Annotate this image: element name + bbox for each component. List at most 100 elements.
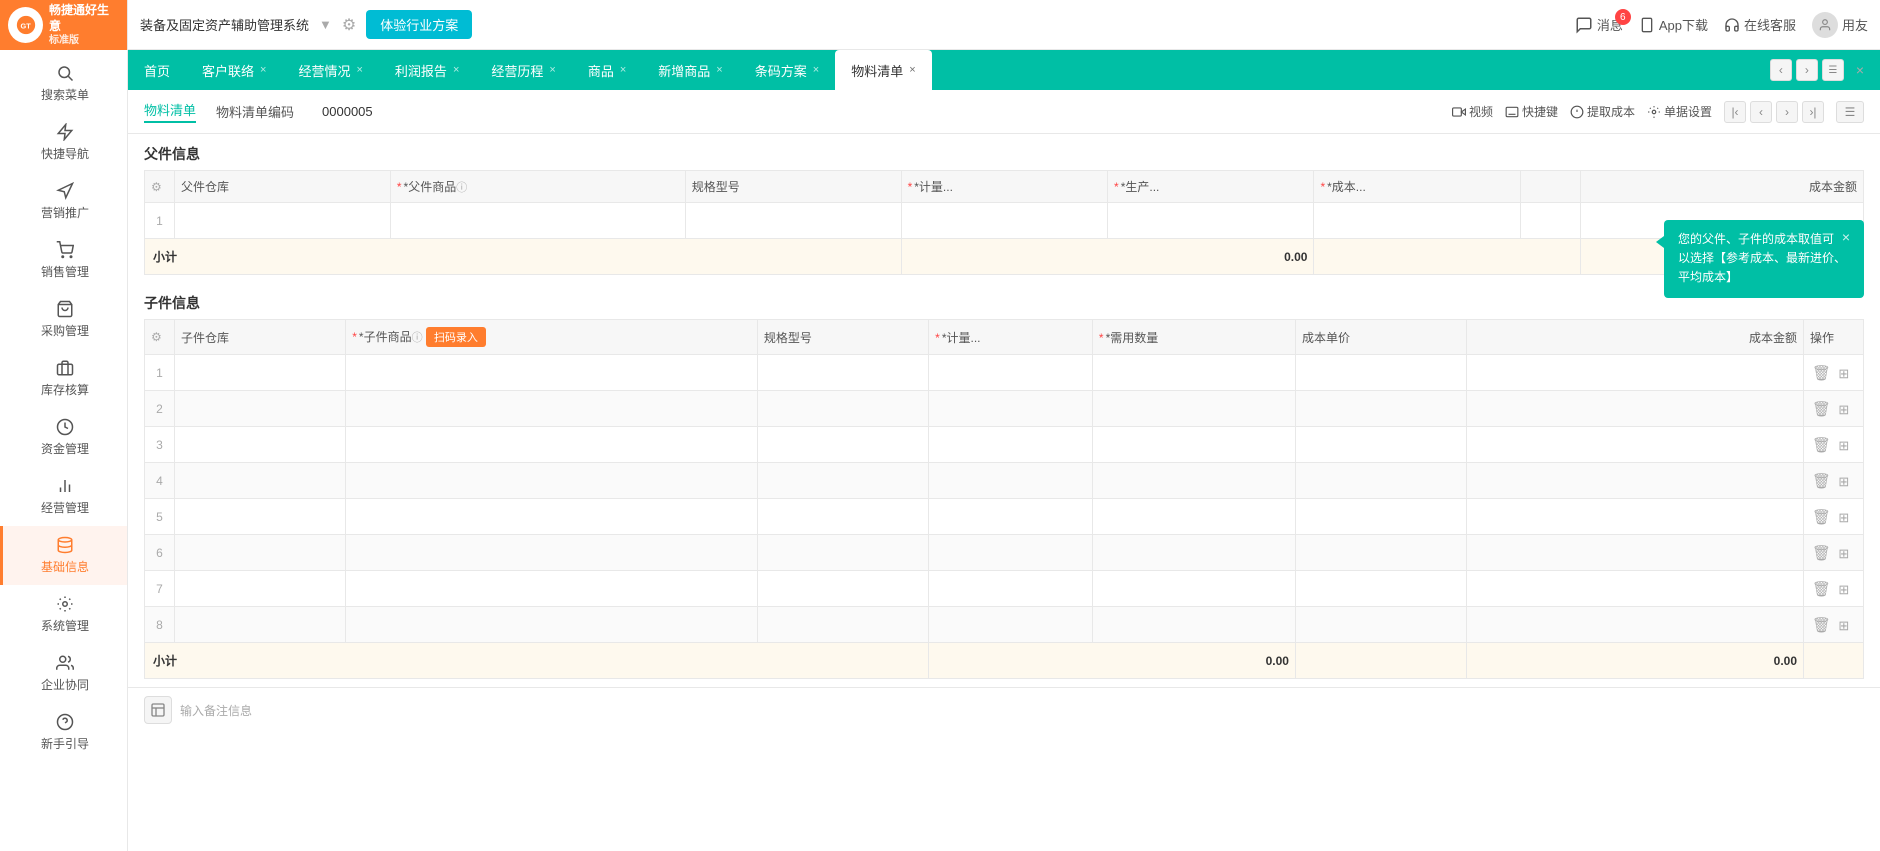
child-warehouse-4[interactable] (175, 463, 346, 499)
close-tab-barcode[interactable]: × (813, 64, 819, 76)
child-spec-5[interactable] (757, 499, 928, 535)
child-unit-cost-2[interactable] (1295, 391, 1466, 427)
child-unit-2[interactable] (929, 391, 1093, 427)
message-btn[interactable]: 消息 6 (1575, 15, 1623, 34)
child-unit-cost-8[interactable] (1295, 607, 1466, 643)
topbar-gear-icon[interactable]: ⚙ (342, 15, 356, 35)
child-warehouse-1[interactable] (175, 355, 346, 391)
child-goods-2[interactable] (346, 391, 758, 427)
close-tab-operation[interactable]: × (356, 64, 362, 76)
child-unit-cost-4[interactable] (1295, 463, 1466, 499)
child-qty-8[interactable] (1092, 607, 1295, 643)
child-delete-4[interactable]: 🗑 (1812, 473, 1831, 490)
child-qty-2[interactable] (1092, 391, 1295, 427)
parent-warehouse-1[interactable] (175, 203, 391, 239)
tab-operation-status[interactable]: 经营情况 × (282, 50, 378, 90)
child-unit-8[interactable] (929, 607, 1093, 643)
child-spec-3[interactable] (757, 427, 928, 463)
child-unit-3[interactable] (929, 427, 1093, 463)
form-tab-code[interactable]: 物料清单编码 (216, 102, 294, 121)
child-copy-3[interactable]: ⊞ (1838, 438, 1849, 453)
child-goods-4[interactable] (346, 463, 758, 499)
child-delete-2[interactable]: 🗑 (1812, 401, 1831, 418)
toolbar-extract-cost[interactable]: 提取成本 (1570, 103, 1635, 120)
app-download-btn[interactable]: App下载 (1639, 15, 1708, 34)
child-delete-1[interactable]: 🗑 (1812, 365, 1831, 382)
child-unit-4[interactable] (929, 463, 1093, 499)
close-tab-new-goods[interactable]: × (716, 64, 722, 76)
child-goods-7[interactable] (346, 571, 758, 607)
tab-history[interactable]: 经营历程 × (475, 50, 571, 90)
child-copy-6[interactable]: ⊞ (1838, 546, 1849, 561)
next-record[interactable]: › (1776, 101, 1798, 123)
child-unit-1[interactable] (929, 355, 1093, 391)
sidebar-item-finance[interactable]: 资金管理 (0, 408, 127, 467)
tab-home[interactable]: 首页 (128, 50, 186, 90)
child-warehouse-7[interactable] (175, 571, 346, 607)
sidebar-item-guide[interactable]: 新手引导 (0, 703, 127, 762)
topbar-dropdown-icon[interactable]: ▼ (319, 17, 332, 32)
tab-menu[interactable]: ☰ (1822, 59, 1844, 81)
child-qty-5[interactable] (1092, 499, 1295, 535)
parent-goods-1[interactable] (390, 203, 685, 239)
tab-nav-right[interactable]: › (1796, 59, 1818, 81)
last-record[interactable]: ›| (1802, 101, 1824, 123)
experience-btn[interactable]: 体验行业方案 (366, 10, 472, 39)
child-delete-7[interactable]: 🗑 (1812, 581, 1831, 598)
parent-unit-1[interactable] (901, 203, 1107, 239)
sidebar-item-basic-info[interactable]: 基础信息 (0, 526, 127, 585)
child-spec-8[interactable] (757, 607, 928, 643)
toolbar-shortcut[interactable]: 快捷键 (1505, 103, 1558, 120)
tab-nav-left[interactable]: ‹ (1770, 59, 1792, 81)
sidebar-item-operation[interactable]: 经营管理 (0, 467, 127, 526)
close-all-tabs[interactable]: × (1848, 50, 1872, 90)
child-delete-8[interactable]: 🗑 (1812, 617, 1831, 634)
child-unit-7[interactable] (929, 571, 1093, 607)
sidebar-item-marketing[interactable]: 营销推广 (0, 172, 127, 231)
view-toggle[interactable]: ☰ (1836, 101, 1864, 123)
tooltip-close-btn[interactable]: × (1842, 230, 1850, 244)
close-tab-profit[interactable]: × (453, 64, 459, 76)
close-tab-bom[interactable]: × (909, 64, 915, 76)
child-spec-1[interactable] (757, 355, 928, 391)
child-goods-5[interactable] (346, 499, 758, 535)
scan-btn[interactable]: 扫码录入 (426, 327, 486, 347)
child-copy-4[interactable]: ⊞ (1838, 474, 1849, 489)
col-setting-child[interactable]: ⚙ (145, 320, 175, 355)
tab-barcode[interactable]: 条码方案 × (739, 50, 835, 90)
bottom-hint[interactable]: 输入备注信息 (180, 702, 252, 719)
user-btn[interactable]: 用友 (1812, 12, 1868, 38)
child-unit-cost-1[interactable] (1295, 355, 1466, 391)
sidebar-item-search[interactable]: 搜索菜单 (0, 54, 127, 113)
parent-cost-1[interactable] (1314, 203, 1520, 239)
child-delete-6[interactable]: 🗑 (1812, 545, 1831, 562)
sidebar-item-quicknav[interactable]: 快捷导航 (0, 113, 127, 172)
tab-bom[interactable]: 物料清单 × (835, 50, 931, 90)
close-tab-customer[interactable]: × (260, 64, 266, 76)
parent-produce-1[interactable] (1108, 203, 1314, 239)
child-spec-2[interactable] (757, 391, 928, 427)
tab-new-goods[interactable]: 新增商品 × (642, 50, 738, 90)
sidebar-item-purchase[interactable]: 采购管理 (0, 290, 127, 349)
child-warehouse-6[interactable] (175, 535, 346, 571)
form-tab-bom[interactable]: 物料清单 (144, 100, 196, 123)
child-delete-3[interactable]: 🗑 (1812, 437, 1831, 454)
sidebar-item-system[interactable]: 系统管理 (0, 585, 127, 644)
online-service-btn[interactable]: 在线客服 (1724, 15, 1796, 34)
parent-spec-1[interactable] (685, 203, 901, 239)
child-unit-5[interactable] (929, 499, 1093, 535)
tab-customer[interactable]: 客户联络 × (186, 50, 282, 90)
child-spec-7[interactable] (757, 571, 928, 607)
child-warehouse-5[interactable] (175, 499, 346, 535)
child-copy-7[interactable]: ⊞ (1838, 582, 1849, 597)
child-warehouse-3[interactable] (175, 427, 346, 463)
child-copy-5[interactable]: ⊞ (1838, 510, 1849, 525)
sidebar-item-sales[interactable]: 销售管理 (0, 231, 127, 290)
child-unit-cost-7[interactable] (1295, 571, 1466, 607)
child-goods-8[interactable] (346, 607, 758, 643)
child-spec-4[interactable] (757, 463, 928, 499)
child-unit-cost-5[interactable] (1295, 499, 1466, 535)
sidebar-item-inventory[interactable]: 库存核算 (0, 349, 127, 408)
tab-goods[interactable]: 商品 × (572, 50, 642, 90)
prev-record[interactable]: ‹ (1750, 101, 1772, 123)
